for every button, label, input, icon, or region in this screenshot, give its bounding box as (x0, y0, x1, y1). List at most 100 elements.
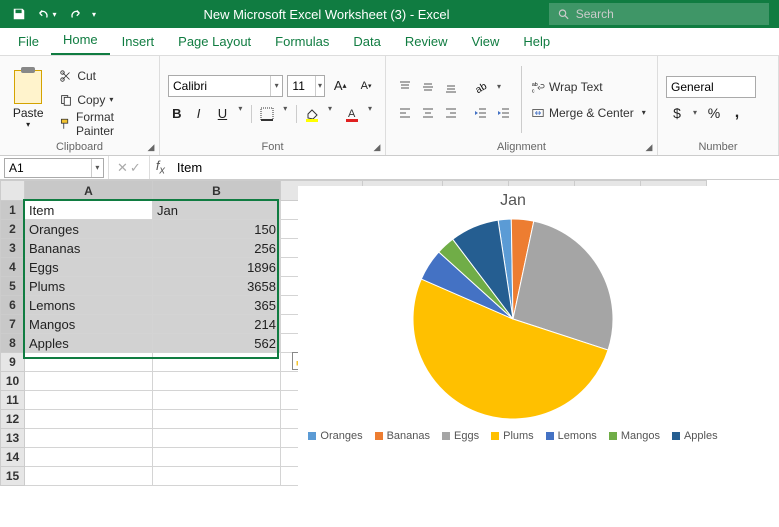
search-box[interactable] (549, 3, 769, 25)
cell[interactable] (25, 372, 153, 391)
cell[interactable]: 214 (153, 315, 281, 334)
cell[interactable]: Apples (25, 334, 153, 353)
row-header[interactable]: 8 (1, 334, 25, 353)
orientation-icon[interactable]: ab (470, 76, 492, 98)
number-format-input[interactable] (667, 80, 755, 94)
paste-icon[interactable] (14, 70, 42, 104)
align-top-icon[interactable] (394, 76, 416, 98)
align-center-icon[interactable] (417, 102, 439, 124)
align-right-icon[interactable] (440, 102, 462, 124)
name-box[interactable]: ▾ (4, 158, 104, 178)
cell[interactable] (153, 429, 281, 448)
comma-format-icon[interactable]: , (726, 102, 748, 124)
cell[interactable] (25, 429, 153, 448)
row-header[interactable]: 3 (1, 239, 25, 258)
cut-button[interactable]: Cut (56, 65, 151, 87)
chevron-down-icon[interactable]: ▾ (233, 103, 247, 114)
undo-button[interactable]: ▾ (36, 3, 58, 25)
align-left-icon[interactable] (394, 102, 416, 124)
chevron-down-icon[interactable]: ▾ (91, 159, 103, 177)
row-header[interactable]: 10 (1, 372, 25, 391)
accounting-format-icon[interactable]: $ (666, 102, 688, 124)
embedded-chart[interactable]: Jan OrangesBananasEggsPlumsLemonsMangosA… (298, 186, 728, 486)
search-input[interactable] (576, 7, 761, 21)
chevron-down-icon[interactable]: ▾ (270, 76, 282, 96)
percent-format-icon[interactable]: % (703, 102, 725, 124)
cell[interactable] (25, 448, 153, 467)
tab-insert[interactable]: Insert (110, 30, 167, 55)
cell[interactable]: Eggs (25, 258, 153, 277)
fx-icon[interactable]: fx (150, 158, 171, 177)
font-size-combo[interactable]: ▾ (287, 75, 325, 97)
cell[interactable] (153, 372, 281, 391)
select-all-corner[interactable] (1, 181, 25, 201)
row-header[interactable]: 9 (1, 353, 25, 372)
row-header[interactable]: 4 (1, 258, 25, 277)
tab-review[interactable]: Review (393, 30, 460, 55)
paste-dropdown-icon[interactable]: ▾ (26, 120, 30, 129)
cell[interactable]: Mangos (25, 315, 153, 334)
font-color-icon[interactable]: A (341, 103, 363, 125)
column-header[interactable]: A (25, 181, 153, 201)
cell[interactable]: Lemons (25, 296, 153, 315)
cell[interactable]: Bananas (25, 239, 153, 258)
tab-page-layout[interactable]: Page Layout (166, 30, 263, 55)
cell[interactable]: 150 (153, 220, 281, 239)
save-button[interactable] (8, 3, 30, 25)
cell[interactable] (153, 391, 281, 410)
chevron-down-icon[interactable]: ▾ (363, 103, 377, 114)
copy-button[interactable]: Copy ▾ (56, 89, 151, 111)
cell[interactable]: Plums (25, 277, 153, 296)
chevron-down-icon[interactable]: ▾ (492, 76, 506, 98)
paste-button[interactable]: Paste (13, 106, 44, 120)
cell[interactable]: 562 (153, 334, 281, 353)
decrease-font-icon[interactable]: A▾ (355, 75, 377, 97)
chevron-down-icon[interactable]: ▾ (278, 103, 292, 114)
font-name-combo[interactable]: ▾ (168, 75, 283, 97)
cell[interactable] (25, 353, 153, 372)
row-header[interactable]: 14 (1, 448, 25, 467)
tab-view[interactable]: View (459, 30, 511, 55)
align-middle-icon[interactable] (417, 76, 439, 98)
tab-data[interactable]: Data (341, 30, 392, 55)
cell[interactable] (25, 391, 153, 410)
cell[interactable]: 3658 (153, 277, 281, 296)
alignment-dialog-launcher[interactable]: ◢ (643, 141, 655, 153)
decrease-indent-icon[interactable] (470, 102, 492, 124)
row-header[interactable]: 5 (1, 277, 25, 296)
tab-home[interactable]: Home (51, 28, 110, 55)
increase-font-icon[interactable]: A▴ (329, 75, 351, 97)
underline-button[interactable]: U (211, 103, 233, 125)
row-header[interactable]: 1 (1, 201, 25, 220)
cell[interactable]: Jan (153, 201, 281, 220)
row-header[interactable]: 11 (1, 391, 25, 410)
row-header[interactable]: 2 (1, 220, 25, 239)
format-painter-button[interactable]: Format Painter (56, 113, 151, 135)
tab-formulas[interactable]: Formulas (263, 30, 341, 55)
font-dialog-launcher[interactable]: ◢ (371, 141, 383, 153)
redo-button[interactable] (64, 3, 86, 25)
worksheet-area[interactable]: ABCDEFGH1ItemJan2Oranges1503Bananas2564E… (0, 180, 779, 527)
row-header[interactable]: 13 (1, 429, 25, 448)
row-header[interactable]: 7 (1, 315, 25, 334)
tab-help[interactable]: Help (511, 30, 562, 55)
name-box-input[interactable] (5, 159, 91, 177)
formula-input[interactable] (171, 160, 779, 175)
cell[interactable] (153, 467, 281, 486)
cell[interactable]: Oranges (25, 220, 153, 239)
cell[interactable] (25, 410, 153, 429)
font-name-input[interactable] (169, 79, 270, 93)
align-bottom-icon[interactable] (440, 76, 462, 98)
cell[interactable]: Item (25, 201, 153, 220)
cell[interactable]: 365 (153, 296, 281, 315)
wrap-text-button[interactable]: abcWrap Text (528, 76, 649, 98)
accept-formula-icon[interactable]: ✓ (130, 160, 141, 176)
number-format-combo[interactable] (666, 76, 756, 98)
qat-customize-icon[interactable]: ▾ (92, 10, 96, 19)
chevron-down-icon[interactable]: ▾ (315, 76, 325, 96)
borders-icon[interactable] (256, 103, 278, 125)
cell[interactable] (153, 448, 281, 467)
row-header[interactable]: 15 (1, 467, 25, 486)
merge-center-button[interactable]: Merge & Center ▾ (528, 102, 649, 124)
clipboard-dialog-launcher[interactable]: ◢ (145, 141, 157, 153)
